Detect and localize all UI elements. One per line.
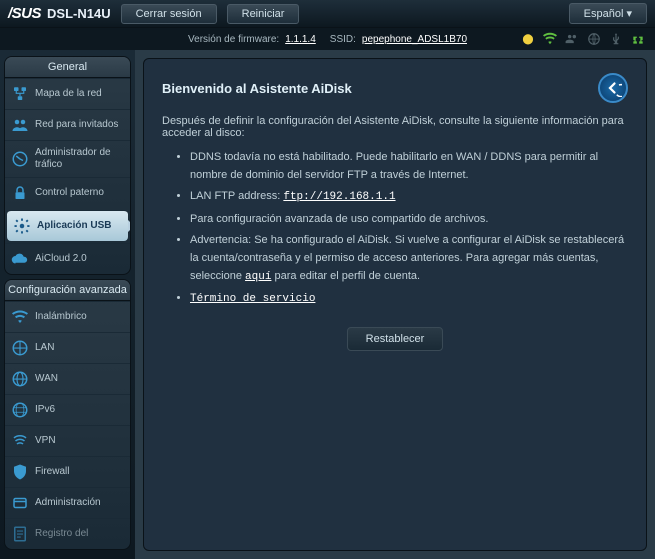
cloud-icon (11, 250, 29, 268)
language-select[interactable]: Español ▾ (569, 3, 647, 24)
back-button[interactable] (598, 73, 628, 103)
network-map-icon (11, 85, 29, 103)
sidebar-group-advanced: Configuración avanzada Inalámbrico LAN W… (4, 279, 131, 550)
reboot-button[interactable]: Reiniciar (227, 4, 300, 24)
ssid-value-link[interactable]: pepephone_ADSL1B70 (362, 34, 467, 45)
ssid-label: SSID: (330, 34, 356, 45)
wifi-icon (11, 308, 29, 326)
sidebar-item-label: Aplicación USB (37, 220, 111, 232)
list-item: Para configuración avanzada de uso compa… (190, 211, 628, 229)
gear-icon (13, 217, 31, 235)
traffic-manager-icon (11, 150, 29, 168)
sidebar-item-parental-control[interactable]: Control paterno (5, 177, 130, 208)
list-item: LAN FTP address: ftp://192.168.1.1 (190, 188, 628, 207)
ipv6-icon (11, 401, 29, 419)
bulb-icon[interactable]: ⬤ (521, 32, 535, 46)
sidebar-item-ipv6[interactable]: IPv6 (5, 394, 130, 425)
main-content: Bienvenido al Asistente AiDisk Después d… (135, 50, 655, 559)
info-list: DDNS todavía no está habilitado. Puede h… (162, 149, 628, 309)
lock-icon (11, 184, 29, 202)
sidebar-item-usb-app[interactable]: Aplicación USB (7, 210, 128, 241)
list-item: DDNS todavía no está habilitado. Puede h… (190, 149, 628, 184)
wan-icon (11, 370, 29, 388)
admin-icon (11, 494, 29, 512)
sidebar-item-label: Administración (35, 497, 101, 509)
sidebar-group-general: General Mapa de la red Red para invitado… (4, 56, 131, 275)
sidebar-item-label: Control paterno (35, 187, 104, 199)
lan-icon (11, 339, 29, 357)
model-label: DSL-N14U (47, 6, 111, 21)
sidebar-item-guest-network[interactable]: Red para invitados (5, 109, 130, 140)
sidebar-item-label: Firewall (35, 466, 69, 478)
sidebar-item-label: AiCloud 2.0 (35, 253, 87, 265)
edit-profile-link[interactable]: aquí (245, 271, 271, 283)
sidebar-item-lan[interactable]: LAN (5, 332, 130, 363)
sidebar-item-label: Inalámbrico (35, 311, 87, 323)
back-arrow-icon (604, 79, 622, 97)
sidebar-item-label: LAN (35, 342, 54, 354)
firmware-label: Versión de firmware: (188, 34, 279, 45)
guest-network-icon (11, 116, 29, 134)
ftp-address-link[interactable]: ftp://192.168.1.1 (283, 191, 395, 203)
logout-button[interactable]: Cerrar sesión (121, 4, 217, 24)
sidebar-item-label: Administrador de tráfico (35, 147, 124, 171)
list-item: Advertencia: Se ha configurado el AiDisk… (190, 232, 628, 286)
vpn-icon (11, 432, 29, 450)
sidebar-item-label: Red para invitados (35, 119, 118, 131)
globe-icon[interactable] (587, 32, 601, 46)
sidebar-item-vpn[interactable]: VPN (5, 425, 130, 456)
sidebar-item-label: VPN (35, 435, 56, 447)
usb-icon[interactable] (609, 32, 623, 46)
panel-title: Bienvenido al Asistente AiDisk (162, 81, 352, 96)
sidebar-group-header: Configuración avanzada (5, 280, 130, 301)
sidebar-item-wan[interactable]: WAN (5, 363, 130, 394)
sidebar-item-traffic-manager[interactable]: Administrador de tráfico (5, 140, 130, 177)
top-bar: /SUS DSL-N14U Cerrar sesión Reiniciar Es… (0, 0, 655, 28)
brand-logo: /SUS (8, 5, 41, 22)
chevron-down-icon: ▾ (626, 8, 632, 20)
firmware-version-link[interactable]: 1.1.1.4 (285, 34, 316, 45)
sidebar-item-network-map[interactable]: Mapa de la red (5, 78, 130, 109)
sidebar: General Mapa de la red Red para invitado… (0, 50, 135, 559)
wifi-icon[interactable] (543, 32, 557, 46)
sidebar-group-header: General (5, 57, 130, 78)
sidebar-item-wireless[interactable]: Inalámbrico (5, 301, 130, 332)
intro-text: Después de definir la configuración del … (162, 115, 628, 139)
sidebar-item-label: Registro del (35, 528, 88, 540)
reset-button[interactable]: Restablecer (347, 327, 444, 351)
sidebar-item-label: IPv6 (35, 404, 55, 416)
list-item: Término de servicio (190, 290, 628, 309)
log-icon (11, 525, 29, 543)
sidebar-item-aicloud[interactable]: AiCloud 2.0 (5, 243, 130, 274)
tos-link[interactable]: Término de servicio (190, 293, 315, 305)
sidebar-item-log[interactable]: Registro del (5, 518, 130, 549)
sidebar-item-firewall[interactable]: Firewall (5, 456, 130, 487)
info-bar: Versión de firmware: 1.1.1.4 SSID: pepep… (0, 28, 655, 50)
sidebar-item-label: Mapa de la red (35, 88, 102, 100)
sidebar-item-label: WAN (35, 373, 58, 385)
sidebar-item-administration[interactable]: Administración (5, 487, 130, 518)
shield-icon (11, 463, 29, 481)
network-icon[interactable] (631, 32, 645, 46)
users-icon[interactable] (565, 32, 579, 46)
aidisk-panel: Bienvenido al Asistente AiDisk Después d… (143, 58, 647, 551)
